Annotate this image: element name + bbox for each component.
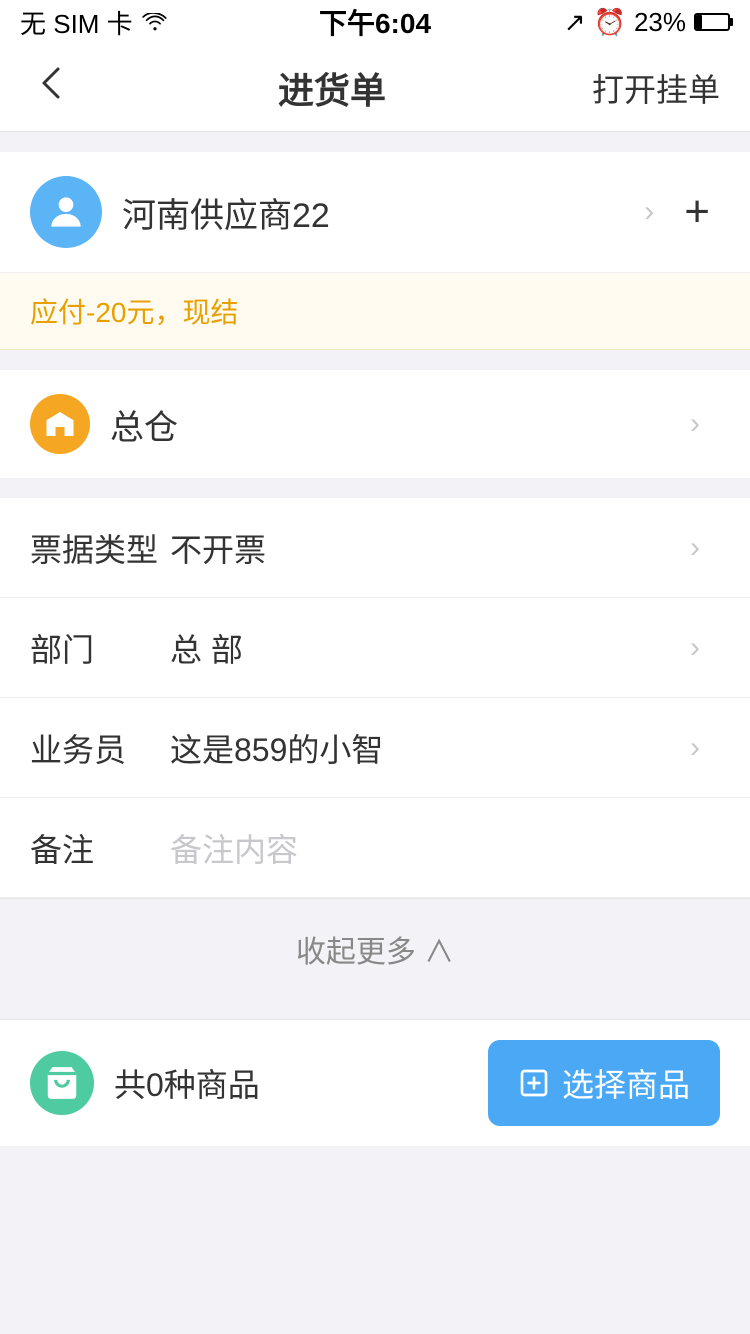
notice-text: 应付-20元，现结 (30, 297, 238, 328)
remark-row[interactable]: 备注 备注内容 (0, 798, 750, 898)
page-filler (0, 1146, 750, 1334)
salesperson-row[interactable]: 业务员 这是859的小智 › (0, 698, 750, 798)
notice-bar: 应付-20元，现结 (0, 273, 750, 350)
supplier-chevron-icon: › (644, 195, 654, 229)
remark-label: 备注 (30, 825, 170, 871)
wifi-icon (141, 7, 169, 38)
add-supplier-button[interactable]: + (674, 187, 720, 237)
select-product-label: 选择商品 (562, 1060, 690, 1106)
status-left: 无 SIM 卡 (20, 4, 169, 41)
invoice-type-value: 不开票 (170, 525, 690, 571)
section-gap-4 (0, 999, 750, 1019)
warehouse-icon (30, 394, 90, 454)
bottom-bar: 共0种商品 选择商品 (0, 1019, 750, 1146)
supplier-row[interactable]: 河南供应商22 › + (0, 152, 750, 273)
remark-input[interactable]: 备注内容 (170, 825, 720, 871)
battery-icon (694, 13, 730, 31)
invoice-type-label: 票据类型 (30, 525, 170, 571)
invoice-type-chevron-icon: › (690, 531, 700, 565)
nav-bar: 进货单 打开挂单 (0, 44, 750, 132)
section-gap-3 (0, 478, 750, 498)
carrier-text: 无 SIM 卡 (20, 4, 133, 41)
warehouse-name: 总仓 (110, 400, 690, 449)
department-row[interactable]: 部门 总 部 › (0, 598, 750, 698)
section-gap-1 (0, 132, 750, 152)
department-label: 部门 (30, 625, 170, 671)
alarm-icon: ⏰ (594, 7, 626, 38)
collapse-button[interactable]: 收起更多 ∧ (0, 898, 750, 999)
invoice-type-row[interactable]: 票据类型 不开票 › (0, 498, 750, 598)
supplier-name: 河南供应商22 (122, 188, 644, 237)
department-value: 总 部 (170, 625, 690, 671)
open-pending-button[interactable]: 打开挂单 (592, 65, 720, 111)
status-time: 下午6:04 (319, 2, 431, 42)
form-section: 票据类型 不开票 › 部门 总 部 › 业务员 这是859的小智 › 备注 备注… (0, 498, 750, 999)
status-right: ↗ ⏰ 23% (564, 7, 730, 38)
department-chevron-icon: › (690, 631, 700, 665)
status-bar: 无 SIM 卡 下午6:04 ↗ ⏰ 23% (0, 0, 750, 44)
supplier-section: 河南供应商22 › + 应付-20元，现结 (0, 152, 750, 350)
back-button[interactable] (30, 55, 72, 120)
page-title: 进货单 (278, 62, 386, 114)
salesperson-chevron-icon: › (690, 731, 700, 765)
battery-text: 23% (634, 7, 686, 38)
product-count-text: 共0种商品 (114, 1060, 468, 1106)
location-icon: ↗ (564, 7, 586, 38)
warehouse-chevron-icon: › (690, 407, 700, 441)
section-gap-2 (0, 350, 750, 370)
warehouse-row[interactable]: 总仓 › (0, 370, 750, 478)
select-product-button[interactable]: 选择商品 (488, 1040, 720, 1126)
product-bag-icon (30, 1051, 94, 1115)
supplier-avatar (30, 176, 102, 248)
warehouse-section[interactable]: 总仓 › (0, 370, 750, 478)
salesperson-value: 这是859的小智 (170, 725, 690, 771)
salesperson-label: 业务员 (30, 725, 170, 771)
